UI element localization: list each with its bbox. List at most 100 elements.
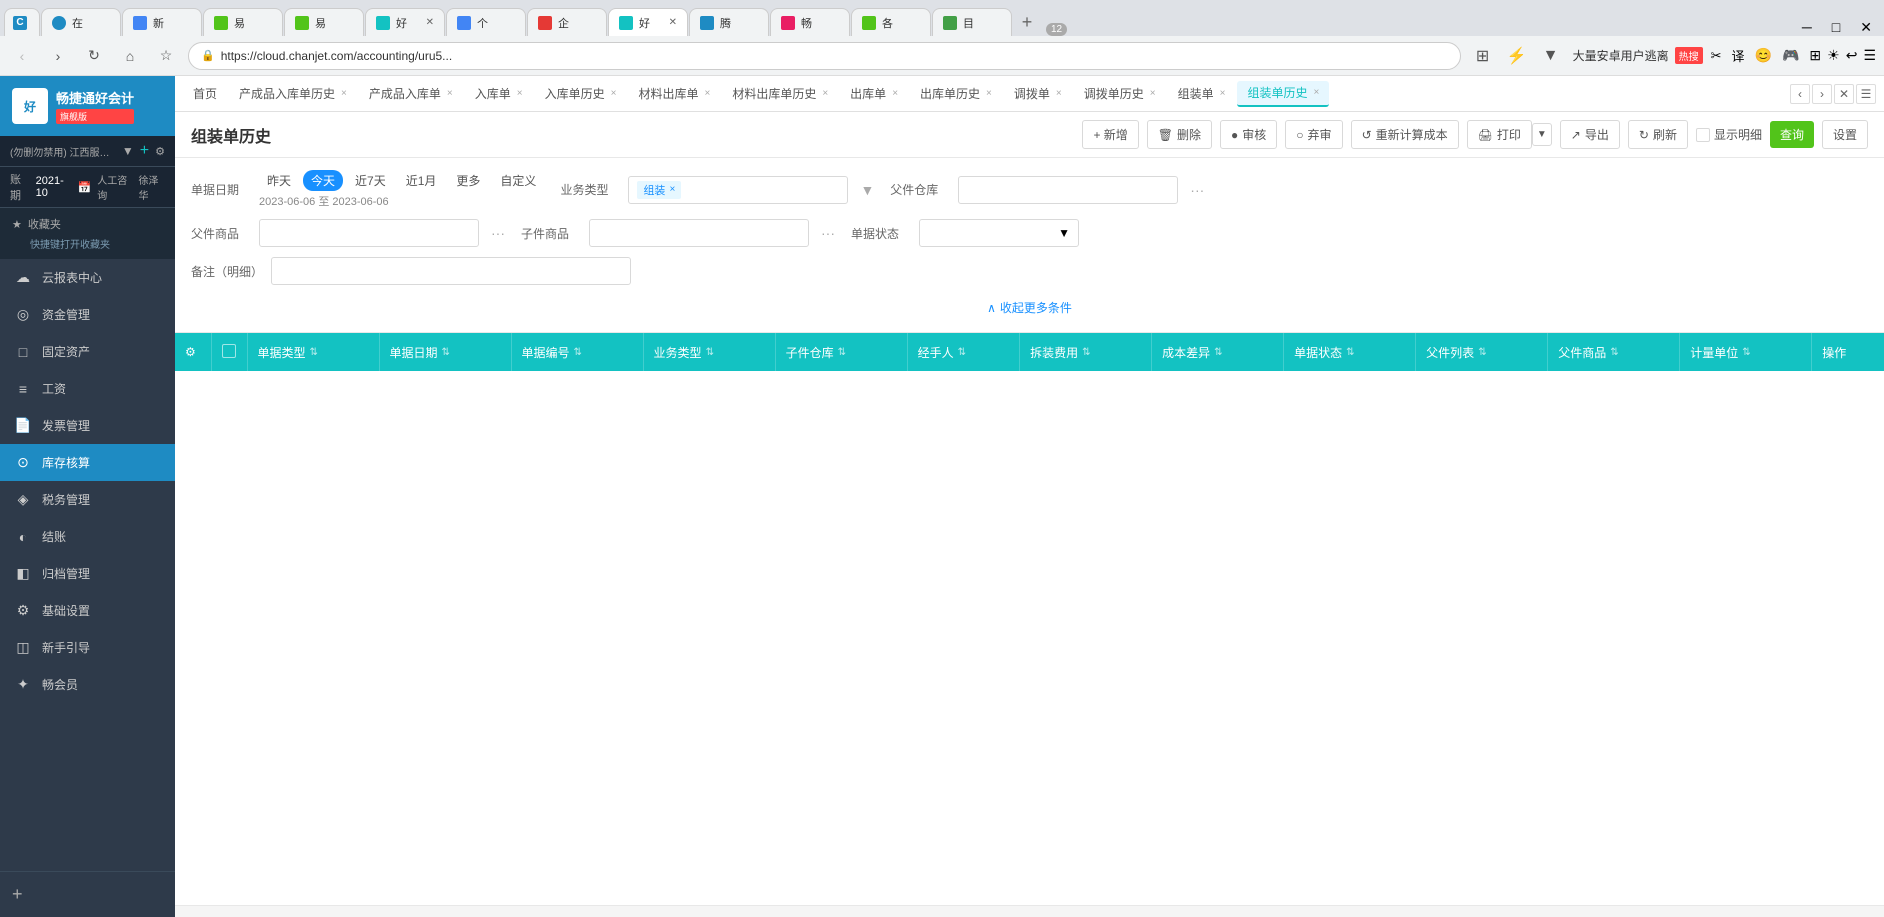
tab-logo[interactable]: C (4, 8, 40, 36)
emoji-icon[interactable]: 😊 (1755, 47, 1772, 64)
sidebar-item-salary[interactable]: ≡ 工资 (0, 370, 175, 407)
tab-t12[interactable]: 目 (932, 8, 1012, 36)
audit-button[interactable]: ● 审核 (1220, 120, 1277, 149)
sort-icon-handler[interactable]: ⇅ (958, 347, 966, 358)
tab-close-in-order[interactable]: × (517, 88, 523, 99)
parent-goods-input[interactable] (259, 219, 479, 247)
abandon-button[interactable]: ○ 弃审 (1285, 120, 1342, 149)
order-status-dropdown[interactable]: ▼ (919, 219, 1079, 247)
sort-icon-order-no[interactable]: ⇅ (574, 347, 582, 358)
sort-icon-unit[interactable]: ⇅ (1742, 347, 1750, 358)
export-button[interactable]: ↗ 导出 (1560, 120, 1620, 149)
tab-close-zu-zhuang-history[interactable]: × (1313, 87, 1319, 98)
tab-close-out-order[interactable]: × (892, 88, 898, 99)
sort-icon-order-status[interactable]: ⇅ (1346, 347, 1354, 358)
tab-close-in-history[interactable]: × (611, 88, 617, 99)
sort-icon-biz-type[interactable]: ⇅ (706, 347, 714, 358)
forward-button[interactable]: › (44, 42, 72, 70)
menu-icon[interactable]: ☰ (1863, 47, 1876, 64)
tab-t7[interactable]: 企 (527, 8, 607, 36)
horizontal-scrollbar[interactable] (175, 905, 1884, 917)
tab-scroll-right[interactable]: › (1812, 84, 1832, 104)
tab-in-history[interactable]: 入库单历史 × (535, 81, 627, 107)
tab-material-out-history[interactable]: 材料出库单历史 × (722, 81, 838, 107)
sun-icon[interactable]: ☀ (1827, 47, 1840, 64)
tab-menu[interactable]: ☰ (1856, 84, 1876, 104)
tab-t11[interactable]: 各 (851, 8, 931, 36)
tab-close-produce-in[interactable]: × (447, 88, 453, 99)
sort-icon-cost-diff[interactable]: ⇅ (1214, 347, 1222, 358)
sidebar-item-inventory[interactable]: ⊙ 库存核算 (0, 444, 175, 481)
child-goods-input[interactable] (589, 219, 809, 247)
header-checkbox[interactable] (222, 344, 236, 358)
minimize-button[interactable]: ─ (1794, 19, 1820, 36)
add-icon[interactable]: + (140, 142, 149, 160)
date-btn-more[interactable]: 更多 (448, 170, 488, 191)
biz-type-more[interactable]: ▼ (860, 182, 874, 198)
tab-t4[interactable]: 易 (284, 8, 364, 36)
parent-warehouse-input[interactable] (958, 176, 1178, 204)
maximize-button[interactable]: □ (1824, 19, 1848, 36)
sidebar-item-invoice[interactable]: 📄 发票管理 (0, 407, 175, 444)
sort-icon-order-type[interactable]: ⇅ (310, 347, 318, 358)
help-btn[interactable]: 人工咨询 (97, 172, 132, 202)
sidebar-item-cloud-report[interactable]: ☁ 云报表中心 (0, 259, 175, 296)
date-btn-today[interactable]: 今天 (303, 170, 343, 191)
child-goods-more[interactable]: ··· (821, 225, 835, 241)
lightning-icon[interactable]: ⚡ (1503, 42, 1531, 70)
tab-close-all[interactable]: ✕ (1834, 84, 1854, 104)
tab-home[interactable]: 首页 (183, 81, 227, 107)
user-name[interactable]: 徐泽华 (139, 172, 165, 202)
parent-warehouse-more[interactable]: ··· (1190, 182, 1204, 198)
column-settings-icon[interactable]: ⚙ (185, 345, 196, 359)
translate-icon[interactable]: 译 (1732, 46, 1745, 65)
calendar-icon[interactable]: 📅 (78, 181, 92, 194)
back-button[interactable]: ‹ (8, 42, 36, 70)
grid-icon[interactable]: ⊞ (1469, 42, 1497, 70)
reload-button[interactable]: ↻ (80, 42, 108, 70)
favorites-title[interactable]: ★ 收藏夹 (12, 216, 163, 232)
refresh-button[interactable]: ↻ 刷新 (1628, 120, 1688, 149)
sort-icon-order-date[interactable]: ⇅ (442, 347, 450, 358)
remark-input[interactable] (271, 257, 631, 285)
tab-t2[interactable]: 新 (122, 8, 202, 36)
tab-zu-zhuang-history[interactable]: 组装单历史 × (1237, 81, 1329, 107)
address-bar[interactable]: 🔒 https://cloud.chanjet.com/accounting/u… (188, 42, 1461, 70)
sidebar-item-fund[interactable]: ◎ 资金管理 (0, 296, 175, 333)
print-button[interactable]: 🖨 打印 (1467, 120, 1532, 149)
parent-goods-more[interactable]: ··· (491, 225, 505, 241)
tab-produce-in[interactable]: 产成品入库单 × (359, 81, 463, 107)
tab-t10[interactable]: 畅 (770, 8, 850, 36)
tab-scroll-left[interactable]: ‹ (1790, 84, 1810, 104)
tab-close-material-out-history[interactable]: × (822, 88, 828, 99)
tab-zu-zhuang[interactable]: 组装单 × (1168, 81, 1236, 107)
th-settings[interactable]: ⚙ (175, 333, 211, 371)
tab-close-zu-zhuang[interactable]: × (1220, 88, 1226, 99)
biz-type-input[interactable]: 组装 × (628, 176, 848, 204)
tab-close-out-history[interactable]: × (986, 88, 992, 99)
sort-icon-disassemble-cost[interactable]: ⇅ (1082, 347, 1090, 358)
tab-tiao-bo-history[interactable]: 调拨单历史 × (1074, 81, 1166, 107)
date-btn-custom[interactable]: 自定义 (492, 170, 544, 191)
recalc-button[interactable]: ↺ 重新计算成本 (1351, 120, 1459, 149)
tab-t8[interactable]: 好 ✕ (608, 8, 688, 36)
date-btn-7days[interactable]: 近7天 (347, 170, 394, 191)
tab-close-tiao-bo-history[interactable]: × (1150, 88, 1156, 99)
scissors-icon[interactable]: ✂ (1711, 48, 1722, 64)
sort-icon-child-warehouse[interactable]: ⇅ (838, 347, 846, 358)
sidebar-item-settle[interactable]: ◐ 结账 (0, 518, 175, 555)
settings-btn[interactable]: 设置 (1822, 120, 1868, 149)
sidebar-item-member[interactable]: ✦ 畅会员 (0, 666, 175, 703)
tab-t5[interactable]: 好 ✕ (365, 8, 445, 36)
home-button[interactable]: ⌂ (116, 42, 144, 70)
tab-produce-in-history[interactable]: 产成品入库单历史 × (229, 81, 357, 107)
print-dropdown[interactable]: ▼ (1532, 123, 1552, 146)
tab-t1[interactable]: 在 (41, 8, 121, 36)
undo-icon[interactable]: ↩ (1846, 47, 1858, 64)
sidebar-item-basic[interactable]: ⚙ 基础设置 (0, 592, 175, 629)
delete-button[interactable]: 🗑 删除 (1147, 120, 1212, 149)
tab-close-8[interactable]: ✕ (669, 17, 677, 28)
close-button[interactable]: ✕ (1852, 19, 1880, 36)
favorites-subtitle[interactable]: 快捷键打开收藏夹 (12, 232, 163, 251)
sidebar-item-tax[interactable]: ◈ 税务管理 (0, 481, 175, 518)
